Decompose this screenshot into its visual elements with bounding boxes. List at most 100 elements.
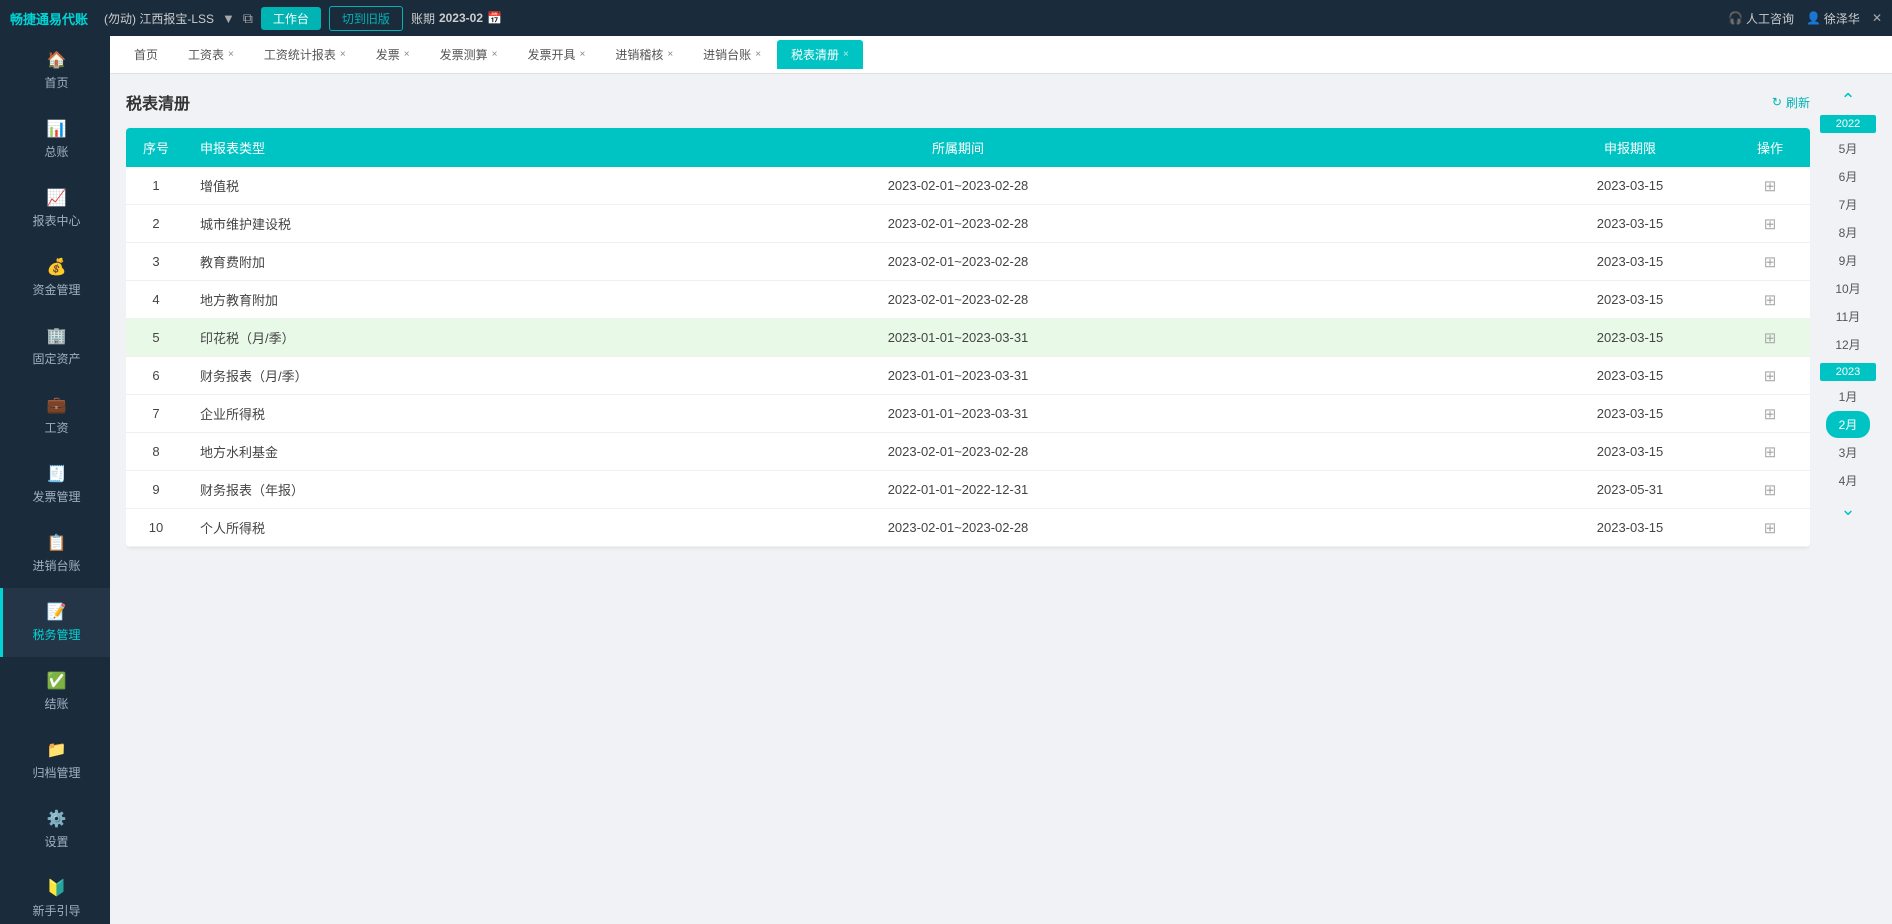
col-header-type: 申报表类型 (186, 128, 386, 167)
sidebar-item-home[interactable]: 🏠 首页 (0, 36, 110, 105)
tab-payroll[interactable]: 工资表 × (174, 40, 248, 69)
tab-payroll-stat-close[interactable]: × (340, 49, 346, 60)
table-row: 10个人所得税2023-02-01~2023-02-282023-03-15⊞ (126, 509, 1810, 547)
action-icon-3[interactable]: ⊞ (1764, 292, 1777, 309)
sidebar-item-archive[interactable]: 📁 归档管理 (0, 726, 110, 795)
sidebar-item-tax[interactable]: 📝 税务管理 (0, 588, 110, 657)
month-2023-4[interactable]: 4月 (1826, 467, 1870, 494)
cell-type-1: 城市维护建设税 (186, 205, 386, 243)
tab-tax-clearance[interactable]: 税表清册 × (777, 40, 863, 69)
action-icon-6[interactable]: ⊞ (1764, 406, 1777, 423)
cell-action-4[interactable]: ⊞ (1730, 319, 1810, 357)
month-2022-11[interactable]: 11月 (1826, 303, 1870, 330)
cell-type-5: 财务报表（月/季） (186, 357, 386, 395)
cell-period-1: 2023-02-01~2023-02-28 (386, 205, 1530, 243)
cell-action-9[interactable]: ⊞ (1730, 509, 1810, 547)
calendar-scroll-up[interactable]: ⌃ (1840, 90, 1855, 111)
tab-invoice-calc[interactable]: 发票测算 × (426, 40, 512, 69)
tab-purchase-ledger[interactable]: 进销台账 × (689, 40, 775, 69)
sidebar-item-report[interactable]: 📈 报表中心 (0, 174, 110, 243)
cell-action-7[interactable]: ⊞ (1730, 433, 1810, 471)
close-window-icon[interactable]: ✕ (1872, 11, 1882, 25)
cell-seq-0: 1 (126, 167, 186, 205)
cell-type-0: 增值税 (186, 167, 386, 205)
refresh-button[interactable]: ↻ 刷新 (1772, 94, 1810, 111)
month-2023-3[interactable]: 3月 (1826, 439, 1870, 466)
dropdown-arrow-icon[interactable]: ▼ (222, 11, 235, 26)
month-2022-5[interactable]: 5月 (1826, 135, 1870, 162)
tab-purchase-ledger-close[interactable]: × (755, 49, 761, 60)
tab-payroll-stat[interactable]: 工资统计报表 × (250, 40, 360, 69)
cell-action-8[interactable]: ⊞ (1730, 471, 1810, 509)
invoice-icon: 🧾 (47, 464, 67, 484)
tab-purchase-check[interactable]: 进销稽核 × (601, 40, 687, 69)
sidebar-item-ledger[interactable]: 📊 总账 (0, 105, 110, 174)
month-2022-12[interactable]: 12月 (1826, 331, 1870, 358)
sidebar-item-payroll[interactable]: 💼 工资 (0, 381, 110, 450)
month-2022-6[interactable]: 6月 (1826, 163, 1870, 190)
action-icon-9[interactable]: ⊞ (1764, 520, 1777, 537)
customer-service[interactable]: 🎧 人工咨询 (1728, 10, 1794, 27)
month-2022-10[interactable]: 10月 (1826, 275, 1870, 302)
month-2023-1[interactable]: 1月 (1826, 383, 1870, 410)
month-2023-2[interactable]: 2月 (1826, 411, 1870, 438)
page-title: 税表清册 (126, 90, 190, 114)
tab-invoice-close[interactable]: × (404, 49, 410, 60)
calendar-scroll-down[interactable]: ⌄ (1840, 499, 1855, 520)
user-info[interactable]: 👤 徐泽华 (1806, 10, 1860, 27)
action-icon-2[interactable]: ⊞ (1764, 254, 1777, 271)
sidebar-item-purchase[interactable]: 📋 进销台账 (0, 519, 110, 588)
tab-invoice-calc-label: 发票测算 (440, 46, 488, 63)
cell-seq-2: 3 (126, 243, 186, 281)
copy-icon[interactable]: ⧉ (243, 10, 253, 27)
action-icon-8[interactable]: ⊞ (1764, 482, 1777, 499)
action-icon-4[interactable]: ⊞ (1764, 330, 1777, 347)
tab-invoice-open-label: 发票开具 (527, 46, 575, 63)
month-2022-9[interactable]: 9月 (1826, 247, 1870, 274)
sidebar-item-capital[interactable]: 💰 资金管理 (0, 243, 110, 312)
tab-home[interactable]: 首页 (120, 40, 172, 69)
tab-payroll-close[interactable]: × (228, 49, 234, 60)
cell-period-9: 2023-02-01~2023-02-28 (386, 509, 1530, 547)
action-icon-1[interactable]: ⊞ (1764, 216, 1777, 233)
col-header-period: 所属期间 (386, 128, 1530, 167)
tab-purchase-check-close[interactable]: × (667, 49, 673, 60)
action-icon-7[interactable]: ⊞ (1764, 444, 1777, 461)
cell-seq-1: 2 (126, 205, 186, 243)
sidebar-item-settings[interactable]: ⚙️ 设置 (0, 795, 110, 864)
sidebar-item-guide[interactable]: 🔰 新手引导 (0, 864, 110, 924)
main-panel: 税表清册 ↻ 刷新 序号 申报表类型 所属期间 申报期限 操作 (126, 90, 1810, 908)
cell-type-7: 地方水利基金 (186, 433, 386, 471)
cell-action-6[interactable]: ⊞ (1730, 395, 1810, 433)
cell-action-1[interactable]: ⊞ (1730, 205, 1810, 243)
table-row: 2城市维护建设税2023-02-01~2023-02-282023-03-15⊞ (126, 205, 1810, 243)
tab-tax-clearance-close[interactable]: × (843, 49, 849, 60)
sidebar-item-asset[interactable]: 🏢 固定资产 (0, 312, 110, 381)
month-2022-8[interactable]: 8月 (1826, 219, 1870, 246)
cell-action-5[interactable]: ⊞ (1730, 357, 1810, 395)
month-2022-7[interactable]: 7月 (1826, 191, 1870, 218)
cell-action-3[interactable]: ⊞ (1730, 281, 1810, 319)
sidebar-label-guide: 新手引导 (32, 902, 80, 919)
calendar-icon[interactable]: 📅 (487, 11, 502, 25)
table-row: 6财务报表（月/季）2023-01-01~2023-03-312023-03-1… (126, 357, 1810, 395)
sidebar-label-payroll: 工资 (44, 419, 68, 436)
cell-period-2: 2023-02-01~2023-02-28 (386, 243, 1530, 281)
cell-period-7: 2023-02-01~2023-02-28 (386, 433, 1530, 471)
action-icon-5[interactable]: ⊞ (1764, 368, 1777, 385)
sidebar-item-invoice-mgr[interactable]: 🧾 发票管理 (0, 450, 110, 519)
sidebar-item-checkout[interactable]: ✅ 结账 (0, 657, 110, 726)
action-icon-0[interactable]: ⊞ (1764, 178, 1777, 195)
cell-action-0[interactable]: ⊞ (1730, 167, 1810, 205)
tab-invoice-calc-close[interactable]: × (492, 49, 498, 60)
cell-deadline-7: 2023-03-15 (1530, 433, 1730, 471)
tab-invoice-open[interactable]: 发票开具 × (513, 40, 599, 69)
tab-invoice[interactable]: 发票 × (362, 40, 424, 69)
workspace-button[interactable]: 工作台 (261, 7, 321, 30)
tab-invoice-open-close[interactable]: × (579, 49, 585, 60)
switch-old-button[interactable]: 切到旧版 (329, 6, 403, 31)
cell-deadline-5: 2023-03-15 (1530, 357, 1730, 395)
period-label: 账期 2023-02 📅 (411, 10, 502, 27)
cell-action-2[interactable]: ⊞ (1730, 243, 1810, 281)
cell-type-4: 印花税（月/季） (186, 319, 386, 357)
